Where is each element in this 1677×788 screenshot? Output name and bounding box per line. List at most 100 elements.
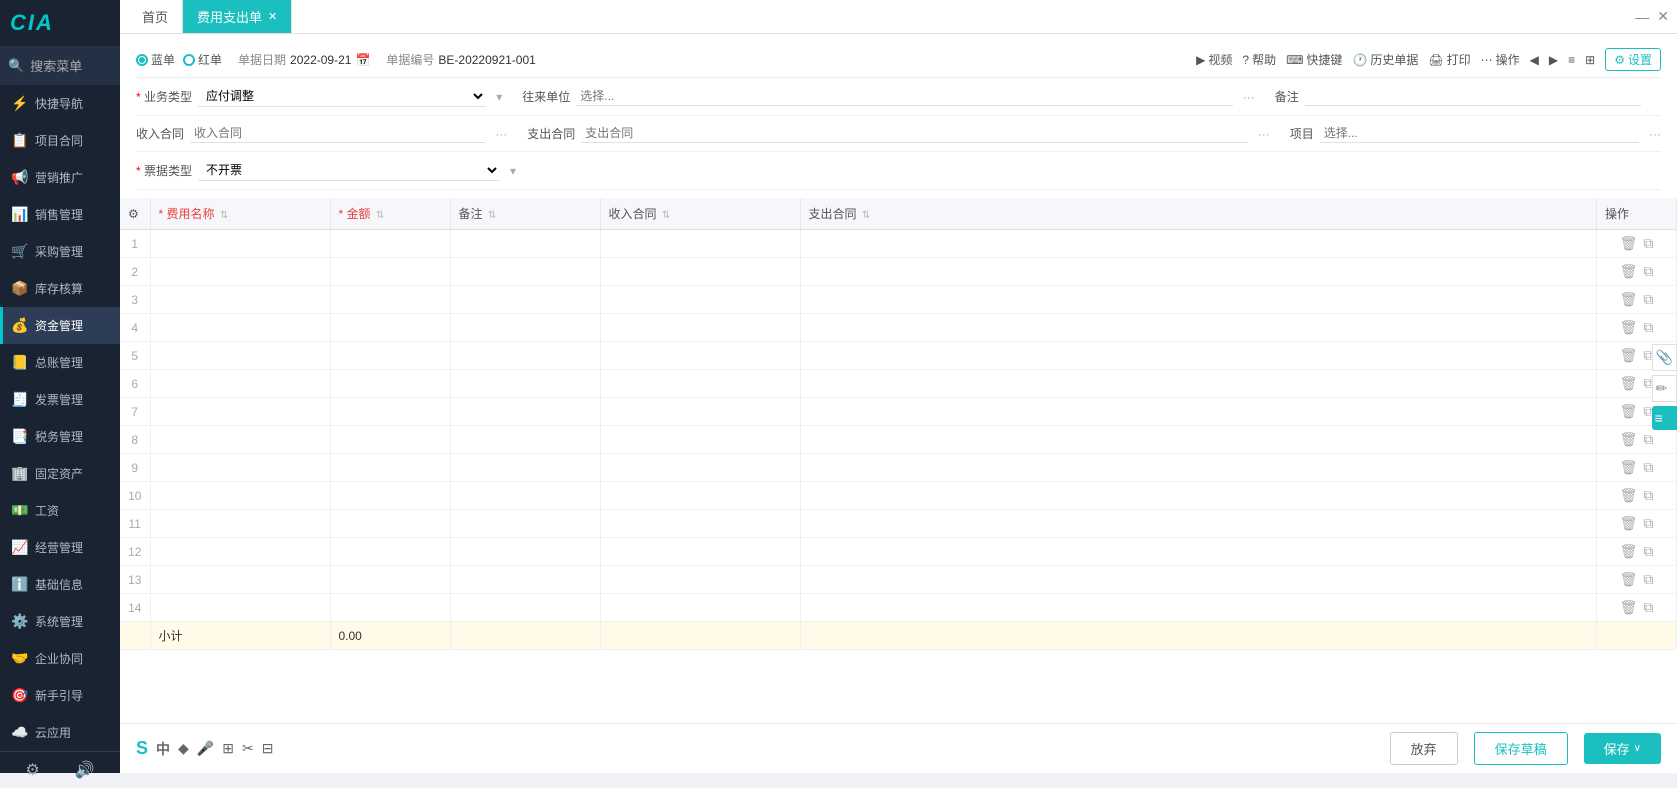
income-contract-cell[interactable]: [600, 594, 800, 622]
amount-cell[interactable]: [330, 482, 450, 510]
project-dots[interactable]: ···: [1649, 127, 1661, 141]
expense-name-cell[interactable]: [150, 314, 330, 342]
invoice-type-select[interactable]: 不开票: [198, 160, 500, 181]
sort-income-contract[interactable]: ⇅: [662, 210, 670, 221]
footer-icon-grid[interactable]: ⊞: [222, 740, 234, 757]
sidebar-search[interactable]: 🔍 搜索菜单: [0, 46, 120, 85]
partner-input[interactable]: [576, 87, 1232, 106]
income-contract-cell[interactable]: [600, 258, 800, 286]
sidebar-item-fixed-assets[interactable]: 🏢 固定资产: [0, 455, 120, 492]
expense-contract-cell[interactable]: [800, 342, 1597, 370]
row-copy-icon[interactable]: ⧉: [1643, 599, 1653, 616]
expense-name-cell[interactable]: [150, 342, 330, 370]
sidebar-settings-icon[interactable]: ⚙: [25, 760, 39, 780]
next-btn[interactable]: ▶: [1549, 53, 1558, 67]
income-contract-input[interactable]: [190, 124, 485, 143]
sidebar-item-inventory[interactable]: 📦 库存核算: [0, 270, 120, 307]
footer-icon-mic[interactable]: 🎤: [197, 740, 214, 757]
attachment-icon[interactable]: 📎: [1652, 344, 1677, 371]
row-delete-icon[interactable]: 🗑: [1620, 263, 1638, 280]
invoice-type-dropdown-icon[interactable]: ▾: [510, 164, 516, 178]
row-copy-icon[interactable]: ⧉: [1643, 571, 1653, 588]
row-delete-icon[interactable]: 🗑: [1620, 319, 1638, 336]
expense-name-cell[interactable]: [150, 538, 330, 566]
row-delete-icon[interactable]: 🗑: [1620, 487, 1638, 504]
footer-icon-minus[interactable]: ⊟: [262, 740, 274, 757]
row-copy-icon[interactable]: ⧉: [1643, 319, 1653, 336]
list-view-btn[interactable]: ≡: [1568, 53, 1575, 67]
income-contract-cell[interactable]: [600, 370, 800, 398]
income-contract-cell[interactable]: [600, 286, 800, 314]
expense-name-cell[interactable]: [150, 566, 330, 594]
sidebar-item-accounting[interactable]: 📒 总账管理: [0, 344, 120, 381]
row-delete-icon[interactable]: 🗑: [1620, 431, 1638, 448]
remark-cell[interactable]: [450, 286, 600, 314]
expense-name-cell[interactable]: [150, 286, 330, 314]
sidebar-item-sales[interactable]: 📊 销售管理: [0, 196, 120, 233]
row-copy-icon[interactable]: ⧉: [1643, 291, 1653, 308]
amount-cell[interactable]: [330, 454, 450, 482]
discard-button[interactable]: 放弃: [1390, 732, 1458, 765]
history-btn[interactable]: 🕐 历史单据: [1352, 51, 1418, 68]
amount-cell[interactable]: [330, 566, 450, 594]
expense-name-cell[interactable]: [150, 454, 330, 482]
remark-cell[interactable]: [450, 370, 600, 398]
remark-cell[interactable]: [450, 538, 600, 566]
tab-expense-close[interactable]: ✕: [268, 10, 277, 23]
row-copy-icon[interactable]: ⧉: [1643, 263, 1653, 280]
save-button[interactable]: 保存 ∨: [1584, 733, 1661, 764]
expense-name-cell[interactable]: [150, 510, 330, 538]
remark-cell[interactable]: [450, 342, 600, 370]
expense-contract-cell[interactable]: [800, 566, 1597, 594]
amount-cell[interactable]: [330, 230, 450, 258]
remark-cell[interactable]: [450, 230, 600, 258]
amount-cell[interactable]: [330, 370, 450, 398]
expense-name-cell[interactable]: [150, 258, 330, 286]
amount-cell[interactable]: [330, 538, 450, 566]
income-contract-cell[interactable]: [600, 342, 800, 370]
sidebar-item-marketing[interactable]: 📢 营销推广: [0, 159, 120, 196]
row-delete-icon[interactable]: 🗑: [1620, 599, 1638, 616]
green-tab-icon[interactable]: ≡: [1652, 406, 1677, 430]
sidebar-item-ops[interactable]: 📈 经营管理: [0, 529, 120, 566]
income-contract-cell[interactable]: [600, 314, 800, 342]
video-btn[interactable]: ▶ 视频: [1196, 51, 1232, 68]
amount-cell[interactable]: [330, 342, 450, 370]
sort-amount[interactable]: ⇅: [376, 210, 384, 221]
footer-icon-scissors[interactable]: ✂: [242, 740, 254, 757]
expense-contract-cell[interactable]: [800, 258, 1597, 286]
sort-remark[interactable]: ⇅: [488, 210, 496, 221]
sidebar-item-sys-mgmt[interactable]: ⚙️ 系统管理: [0, 603, 120, 640]
remark-cell[interactable]: [450, 398, 600, 426]
grid-view-btn[interactable]: ⊞: [1585, 53, 1595, 67]
remark-cell[interactable]: [450, 258, 600, 286]
remark-cell[interactable]: [450, 594, 600, 622]
remark-cell[interactable]: [450, 314, 600, 342]
partner-dots[interactable]: ···: [1243, 90, 1255, 104]
sidebar-item-project-contract[interactable]: 📋 项目合同: [0, 122, 120, 159]
remark-cell[interactable]: [450, 482, 600, 510]
red-bill-radio[interactable]: 红单: [183, 51, 222, 68]
row-delete-icon[interactable]: 🗑: [1620, 291, 1638, 308]
expense-contract-cell[interactable]: [800, 314, 1597, 342]
settings-btn[interactable]: ⚙ 设置: [1605, 48, 1661, 71]
help-btn[interactable]: ? 帮助: [1242, 51, 1276, 68]
expense-contract-cell[interactable]: [800, 454, 1597, 482]
income-contract-cell[interactable]: [600, 510, 800, 538]
sidebar-item-payroll[interactable]: 💵 工资: [0, 492, 120, 529]
amount-cell[interactable]: [330, 314, 450, 342]
window-minimize-btn[interactable]: —: [1635, 9, 1649, 25]
income-contract-cell[interactable]: [600, 230, 800, 258]
sidebar-item-tax[interactable]: 📑 税务管理: [0, 418, 120, 455]
remark-cell[interactable]: [450, 510, 600, 538]
sidebar-item-corp-collab[interactable]: 🤝 企业协同: [0, 640, 120, 677]
sidebar-item-cloud-apps[interactable]: ☁️ 云应用: [0, 714, 120, 751]
amount-cell[interactable]: [330, 426, 450, 454]
sidebar-item-new-guide[interactable]: 🎯 新手引导: [0, 677, 120, 714]
expense-contract-cell[interactable]: [800, 426, 1597, 454]
expense-contract-cell[interactable]: [800, 594, 1597, 622]
expense-name-cell[interactable]: [150, 482, 330, 510]
income-contract-cell[interactable]: [600, 566, 800, 594]
edit-icon[interactable]: ✏: [1652, 375, 1677, 402]
footer-icon-s[interactable]: S: [136, 738, 148, 759]
